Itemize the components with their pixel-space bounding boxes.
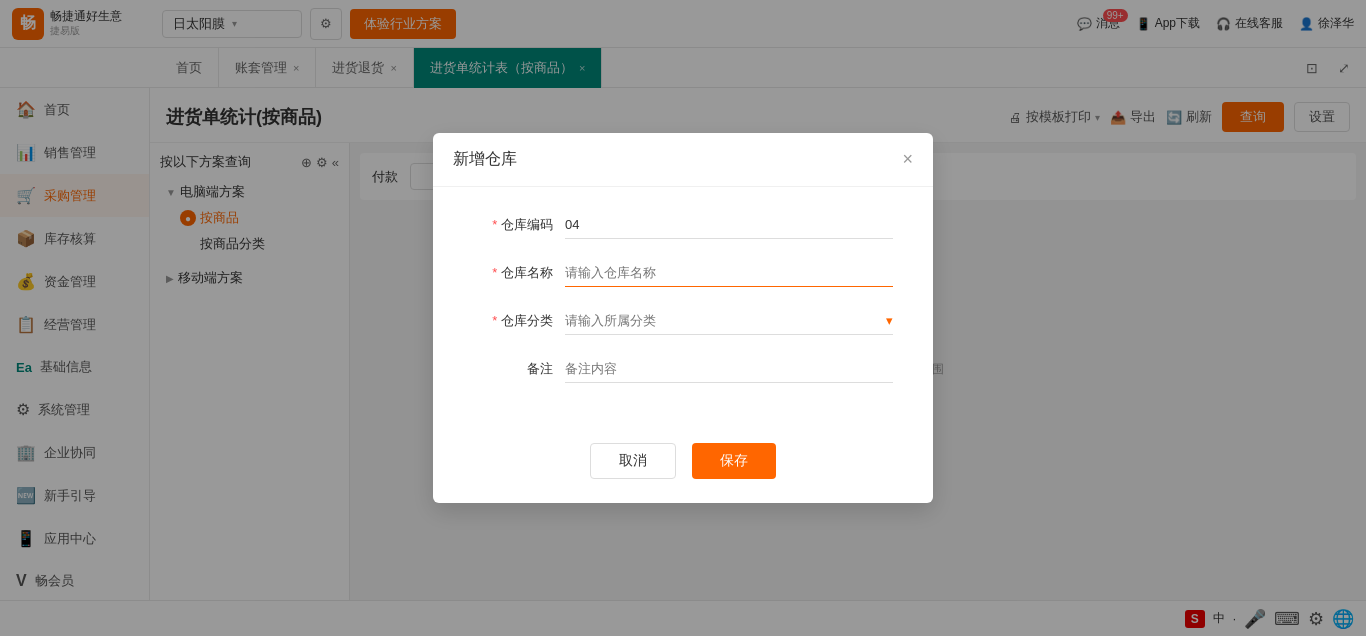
code-input[interactable] — [565, 211, 893, 239]
category-input-box: ▾ — [565, 307, 893, 335]
name-label: 仓库名称 — [473, 264, 553, 282]
form-row-code: 仓库编码 — [473, 211, 893, 239]
category-dropdown-icon[interactable]: ▾ — [886, 313, 893, 328]
modal-overlay: 新增仓库 × 仓库编码 仓库名称 仓库分类 ▾ — [0, 0, 1366, 636]
name-input[interactable] — [565, 259, 893, 287]
modal-header: 新增仓库 × — [433, 133, 933, 187]
save-button[interactable]: 保存 — [692, 443, 776, 479]
modal-title: 新增仓库 — [453, 149, 517, 170]
remark-label: 备注 — [473, 360, 553, 378]
remark-input[interactable] — [565, 355, 893, 383]
modal-close-button[interactable]: × — [902, 149, 913, 170]
form-row-category: 仓库分类 ▾ — [473, 307, 893, 335]
modal-body: 仓库编码 仓库名称 仓库分类 ▾ 备注 — [433, 187, 933, 427]
category-label: 仓库分类 — [473, 312, 553, 330]
form-row-remark: 备注 — [473, 355, 893, 383]
category-input[interactable] — [565, 313, 886, 328]
modal-footer: 取消 保存 — [433, 427, 933, 503]
add-warehouse-modal: 新增仓库 × 仓库编码 仓库名称 仓库分类 ▾ — [433, 133, 933, 503]
code-label: 仓库编码 — [473, 216, 553, 234]
form-row-name: 仓库名称 — [473, 259, 893, 287]
cancel-button[interactable]: 取消 — [590, 443, 676, 479]
